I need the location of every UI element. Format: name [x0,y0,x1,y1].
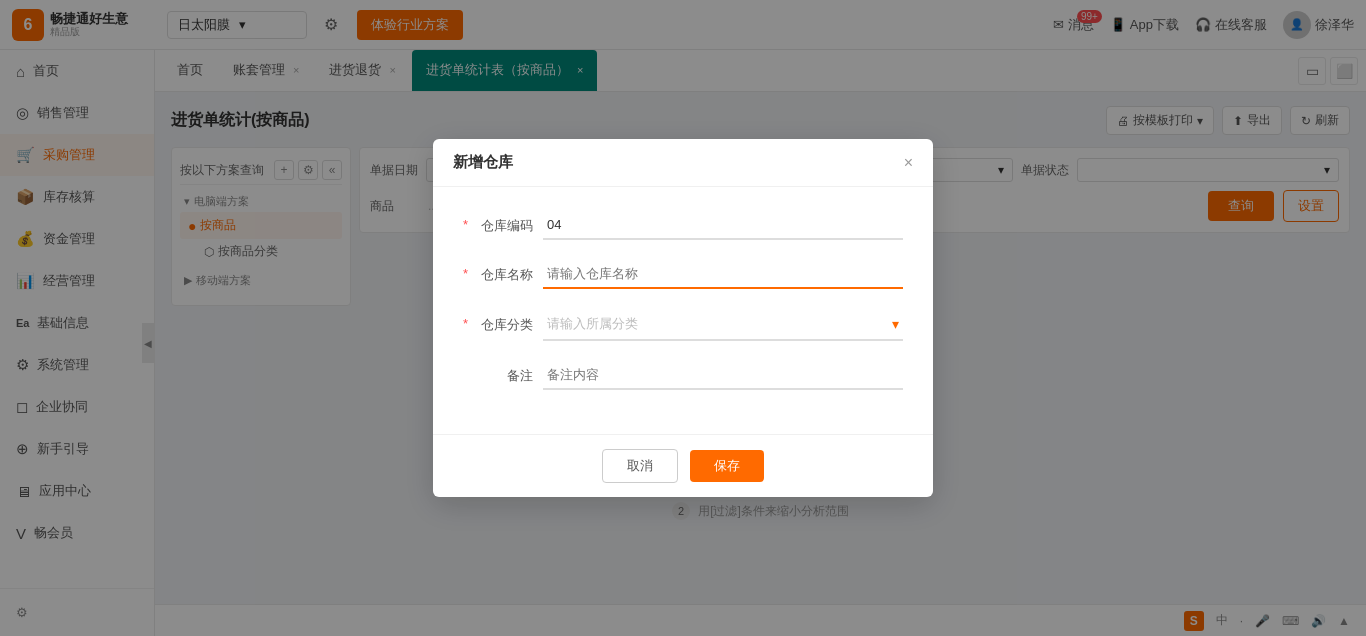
warehouse-code-input[interactable] [543,211,903,240]
dialog-close-button[interactable]: × [904,155,913,171]
cancel-button[interactable]: 取消 [602,449,678,483]
form-label-note: 备注 [463,367,543,385]
warehouse-note-input[interactable] [543,361,903,390]
category-placeholder: 请输入所属分类 [547,315,892,333]
dialog-body: 仓库编码 仓库名称 仓库分类 请输入所属分类 ▾ 备注 [433,187,933,434]
category-dropdown-icon: ▾ [892,316,899,332]
modal-overlay[interactable]: 新增仓库 × 仓库编码 仓库名称 仓库分类 请输入所属分类 ▾ [0,0,1366,636]
form-label-name: 仓库名称 [463,266,543,284]
dialog-header: 新增仓库 × [433,139,933,187]
warehouse-name-input[interactable] [543,260,903,289]
form-row-code: 仓库编码 [463,211,903,240]
dialog-footer: 取消 保存 [433,434,933,497]
save-button[interactable]: 保存 [690,450,764,482]
form-label-code: 仓库编码 [463,217,543,235]
form-row-note: 备注 [463,361,903,390]
form-label-category: 仓库分类 [463,316,543,334]
dialog-add-warehouse: 新增仓库 × 仓库编码 仓库名称 仓库分类 请输入所属分类 ▾ [433,139,933,497]
form-row-category: 仓库分类 请输入所属分类 ▾ [463,309,903,341]
warehouse-category-select[interactable]: 请输入所属分类 ▾ [543,309,903,341]
dialog-title: 新增仓库 [453,153,513,172]
form-row-name: 仓库名称 [463,260,903,289]
